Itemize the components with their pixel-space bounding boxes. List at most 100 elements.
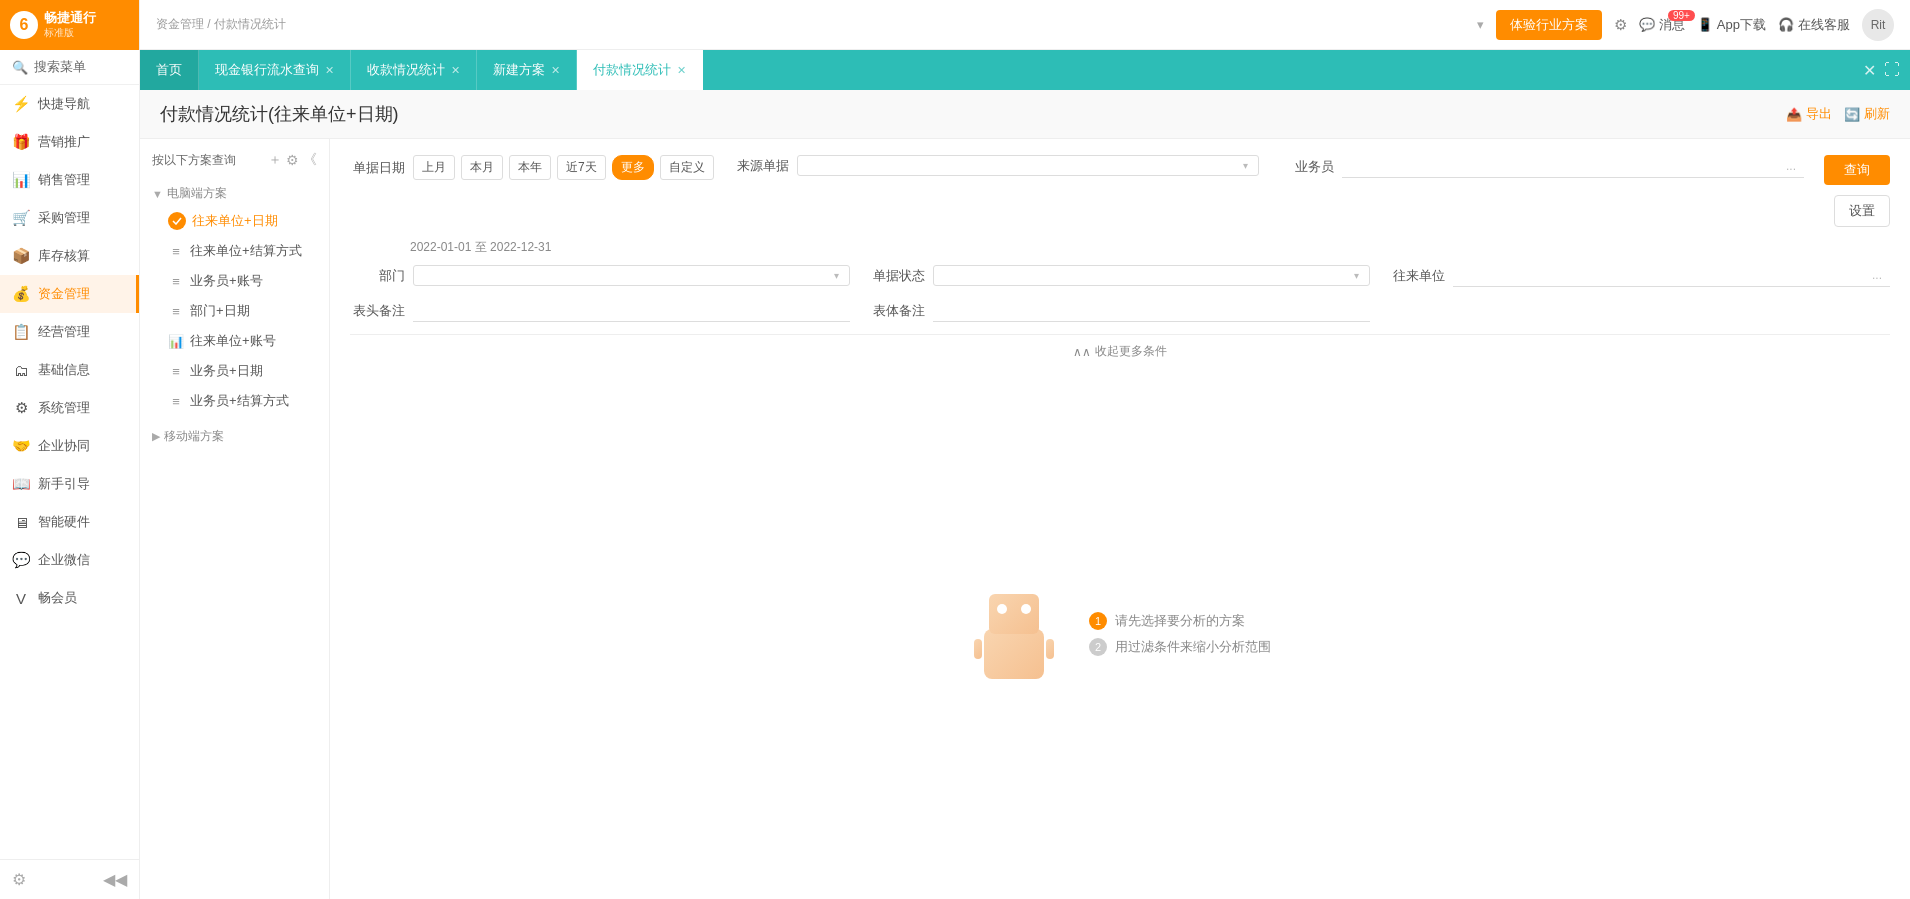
topbar-service[interactable]: 🎧 在线客服 <box>1778 16 1850 34</box>
scheme-item-staff-settlement[interactable]: ≡ 业务员+结算方式 <box>140 386 329 416</box>
body-note-label: 表体备注 <box>870 302 925 320</box>
status-filter: 单据状态 ▾ <box>870 265 1370 286</box>
staff-input[interactable]: ... <box>1342 155 1804 178</box>
sidebar-item-quick-nav[interactable]: ⚡ 快捷导航 <box>0 85 139 123</box>
left-panel-header: 按以下方案查询 ＋ ⚙ 《 <box>140 151 329 177</box>
sidebar-item-marketing[interactable]: 🎁 营销推广 <box>0 123 139 161</box>
scheme-item-partner-account[interactable]: 📊 往来单位+账号 <box>140 326 329 356</box>
partner-account-icon: 📊 <box>168 333 184 349</box>
tab-home[interactable]: 首页 <box>140 50 199 90</box>
tab-receipt-stats[interactable]: 收款情况统计✕ <box>351 50 477 90</box>
sidebar-item-hardware[interactable]: 🖥 智能硬件 <box>0 503 139 541</box>
collapse-bar[interactable]: ∧∧ 收起更多条件 <box>350 334 1890 368</box>
partner-date-icon <box>168 212 186 230</box>
date-range-display: 2022-01-01 至 2022-12-31 <box>350 239 1890 256</box>
sidebar-item-inventory[interactable]: 📦 库存核算 <box>0 237 139 275</box>
date-btn-more[interactable]: 更多 <box>612 155 654 180</box>
filter-row-2: 部门 ▾ 单据状态 ▾ <box>350 264 1890 287</box>
sidebar-item-member[interactable]: V 畅会员 <box>0 579 139 617</box>
tab-new-scheme[interactable]: 新建方案✕ <box>477 50 577 90</box>
app-icon: 📱 <box>1697 17 1713 32</box>
partner-input[interactable]: ... <box>1453 264 1890 287</box>
export-btn[interactable]: 📤 导出 <box>1786 105 1832 123</box>
industry-btn[interactable]: 体验行业方案 <box>1496 10 1602 40</box>
status-select[interactable]: ▾ <box>933 265 1370 286</box>
date-btn-this-year[interactable]: 本年 <box>509 155 551 180</box>
scheme-item-partner-date[interactable]: 往来单位+日期 <box>140 206 329 236</box>
sidebar-item-enterprise[interactable]: 🤝 企业协同 <box>0 427 139 465</box>
main-area: 资金管理 / 付款情况统计 ▾ 体验行业方案 ⚙ 💬 消息 99+ 📱 App下… <box>140 0 1910 899</box>
query-btn[interactable]: 查询 <box>1824 155 1890 185</box>
settings-footer-icon[interactable]: ⚙ <box>12 870 26 889</box>
refresh-icon: 🔄 <box>1844 107 1860 122</box>
topbar-messages[interactable]: 💬 消息 99+ <box>1639 16 1685 34</box>
guide-icon: 📖 <box>12 475 30 493</box>
member-icon: V <box>12 589 30 607</box>
wechat-icon: 💬 <box>12 551 30 569</box>
collapse-sidebar-icon[interactable]: ◀◀ <box>103 870 127 889</box>
sidebar-item-basic[interactable]: 🗂 基础信息 <box>0 351 139 389</box>
refresh-btn[interactable]: 🔄 刷新 <box>1844 105 1890 123</box>
marketing-icon: 🎁 <box>12 133 30 151</box>
page-header-actions: 📤 导出 🔄 刷新 <box>1786 105 1890 123</box>
source-select[interactable]: ▾ <box>797 155 1259 176</box>
desktop-section-header[interactable]: ▼ 电脑端方案 <box>140 181 329 206</box>
sidebar-search[interactable]: 🔍 搜索菜单 <box>0 50 139 85</box>
user-avatar[interactable]: Rit <box>1862 9 1894 41</box>
marketing-label: 营销推广 <box>38 133 90 151</box>
robot-arm-right <box>1046 639 1054 659</box>
body-note-input[interactable] <box>933 299 1370 322</box>
sidebar-item-operation[interactable]: 📋 经营管理 <box>0 313 139 351</box>
header-note-input[interactable] <box>413 299 850 322</box>
body-note-filter: 表体备注 <box>870 299 1370 322</box>
sidebar-item-sales[interactable]: 📊 销售管理 <box>0 161 139 199</box>
topbar-dropdown[interactable]: ▾ <box>1477 17 1484 32</box>
mobile-schemes: ▶ 移动端方案 <box>140 420 329 453</box>
sidebar-item-purchase[interactable]: 🛒 采购管理 <box>0 199 139 237</box>
tab-close-icon[interactable]: ✕ <box>1863 61 1876 80</box>
hardware-icon: 🖥 <box>12 513 30 531</box>
hardware-label: 智能硬件 <box>38 513 90 531</box>
source-label: 来源单据 <box>734 157 789 175</box>
export-label: 导出 <box>1806 105 1832 123</box>
staff-settlement-icon: ≡ <box>168 393 184 409</box>
scheme-item-partner-settlement[interactable]: ≡ 往来单位+结算方式 <box>140 236 329 266</box>
tab-payment-stats[interactable]: 付款情况统计✕ <box>577 50 703 90</box>
sidebar-item-guide[interactable]: 📖 新手引导 <box>0 465 139 503</box>
sidebar-item-wechat[interactable]: 💬 企业微信 <box>0 541 139 579</box>
tab-close-receipt-stats[interactable]: ✕ <box>451 64 460 77</box>
scheme-items: 往来单位+日期 ≡ 往来单位+结算方式 ≡ 业务员+账号 ≡ 部门+日期 📊 往… <box>140 206 329 416</box>
date-btn-custom[interactable]: 自定义 <box>660 155 714 180</box>
page-header: 付款情况统计(往来单位+日期) 📤 导出 🔄 刷新 <box>140 90 1910 139</box>
tab-close-bank-flow[interactable]: ✕ <box>325 64 334 77</box>
topbar-app-download[interactable]: 📱 App下载 <box>1697 16 1766 34</box>
collapse-panel-icon[interactable]: 《 <box>303 151 317 169</box>
system-label: 系统管理 <box>38 399 90 417</box>
source-filter-row: 来源单据 ▾ <box>734 155 1259 176</box>
scheme-item-staff-date[interactable]: ≡ 业务员+日期 <box>140 356 329 386</box>
robot-eye-right <box>1021 604 1031 614</box>
date-btn-7days[interactable]: 近7天 <box>557 155 606 180</box>
tabbar-end: ✕ ⛶ <box>1853 50 1910 90</box>
tab-close-new-scheme[interactable]: ✕ <box>551 64 560 77</box>
tab-bank-flow[interactable]: 现金银行流水查询✕ <box>199 50 351 90</box>
scheme-item-dept-date[interactable]: ≡ 部门+日期 <box>140 296 329 326</box>
scheme-settings-icon[interactable]: ⚙ <box>286 152 299 168</box>
sidebar-item-system[interactable]: ⚙ 系统管理 <box>0 389 139 427</box>
content-body: 按以下方案查询 ＋ ⚙ 《 ▼ 电脑端方案 往来单位+日期 <box>140 139 1910 899</box>
date-btn-this-month[interactable]: 本月 <box>461 155 503 180</box>
scheme-item-staff-account[interactable]: ≡ 业务员+账号 <box>140 266 329 296</box>
mobile-section-header[interactable]: ▶ 移动端方案 <box>140 424 329 449</box>
tab-close-payment-stats[interactable]: ✕ <box>677 64 686 77</box>
sidebar-nav: ⚡ 快捷导航 🎁 营销推广 📊 销售管理 🛒 采购管理 📦 库存核算 💰 资金管… <box>0 85 139 859</box>
dept-select[interactable]: ▾ <box>413 265 850 286</box>
date-btn-last-month[interactable]: 上月 <box>413 155 455 180</box>
sidebar-item-finance[interactable]: 💰 资金管理 <box>0 275 139 313</box>
topbar-settings-icon[interactable]: ⚙ <box>1614 16 1627 34</box>
add-scheme-icon[interactable]: ＋ <box>268 151 282 169</box>
settings-btn[interactable]: 设置 <box>1834 195 1890 227</box>
tab-expand-icon[interactable]: ⛶ <box>1884 61 1900 79</box>
staff-dots: ... <box>1786 159 1796 173</box>
sales-label: 销售管理 <box>38 171 90 189</box>
hint-text-1: 请先选择要分析的方案 <box>1115 612 1245 630</box>
